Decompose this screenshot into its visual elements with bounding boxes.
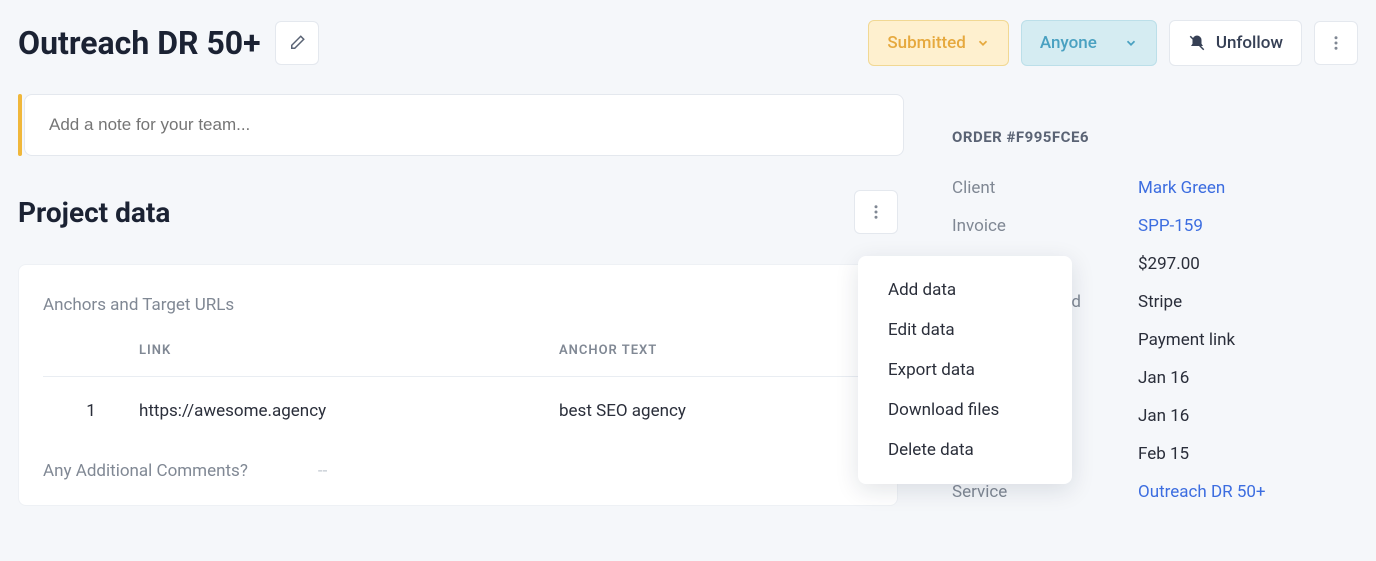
table-title: Anchors and Target URLs [43,295,873,315]
team-note-input[interactable] [24,94,904,156]
project-data-menu: Add data Edit data Export data Download … [858,256,1072,484]
menu-delete-data[interactable]: Delete data [858,430,1072,470]
order-key-invoice: Invoice [952,216,1138,236]
note-accent-bar [18,94,22,156]
page-header: Outreach DR 50+ Submitted Anyone Unfollo… [18,20,1358,66]
menu-edit-data[interactable]: Edit data [858,310,1072,350]
table-header-row: LINK ANCHOR TEXT [43,343,873,377]
order-value-method: Stripe [1138,292,1182,312]
unfollow-button[interactable]: Unfollow [1169,20,1302,66]
menu-download-files[interactable]: Download files [858,390,1072,430]
note-container [18,94,898,156]
row-anchor: best SEO agency [559,401,873,421]
bell-off-icon [1188,34,1206,52]
chevron-down-icon [976,36,990,50]
menu-add-data[interactable]: Add data [858,270,1072,310]
assignee-label: Anyone [1040,33,1097,53]
project-data-title: Project data [18,196,170,229]
comments-value: -- [318,461,327,481]
pencil-icon [288,34,306,52]
order-key-service: Service [952,482,1138,502]
order-value-due: Feb 15 [1138,444,1189,464]
project-data-more-button[interactable] [854,190,898,234]
row-link: https://awesome.agency [139,401,559,421]
order-heading: ORDER #F995FCE6 [952,128,1334,146]
column-header-anchor: ANCHOR TEXT [559,343,873,358]
order-value-total: $297.00 [1138,254,1200,274]
edit-title-button[interactable] [275,21,319,65]
column-header-link: LINK [139,343,559,358]
table-row: 1 https://awesome.agency best SEO agency [43,377,873,445]
title-group: Outreach DR 50+ [18,21,319,65]
project-data-card: Anchors and Target URLs LINK ANCHOR TEXT… [18,264,898,506]
order-value-date1: Jan 16 [1138,368,1189,388]
unfollow-label: Unfollow [1216,33,1283,53]
order-value-date2: Jan 16 [1138,406,1189,426]
more-vertical-icon [1327,34,1345,52]
more-vertical-icon [867,203,885,221]
row-index: 1 [43,401,139,421]
header-more-button[interactable] [1314,21,1358,65]
comments-row: Any Additional Comments? -- [43,445,873,481]
order-value-paylink: Payment link [1138,330,1235,350]
chevron-down-icon [1124,36,1138,50]
page-title: Outreach DR 50+ [18,24,261,62]
order-row-invoice: Invoice SPP-159 [952,216,1334,236]
order-key-client: Client [952,178,1138,198]
status-dropdown[interactable]: Submitted [868,20,1008,66]
comments-label: Any Additional Comments? [43,461,248,481]
order-row-client: Client Mark Green [952,178,1334,198]
order-value-invoice[interactable]: SPP-159 [1138,216,1203,236]
project-data-header: Project data [18,190,898,234]
menu-export-data[interactable]: Export data [858,350,1072,390]
order-row-service: Service Outreach DR 50+ [952,482,1334,502]
order-value-client[interactable]: Mark Green [1138,178,1225,198]
assignee-dropdown[interactable]: Anyone [1021,20,1157,66]
header-actions: Submitted Anyone Unfollow [868,20,1358,66]
order-value-service[interactable]: Outreach DR 50+ [1138,482,1266,502]
status-label: Submitted [887,33,965,53]
